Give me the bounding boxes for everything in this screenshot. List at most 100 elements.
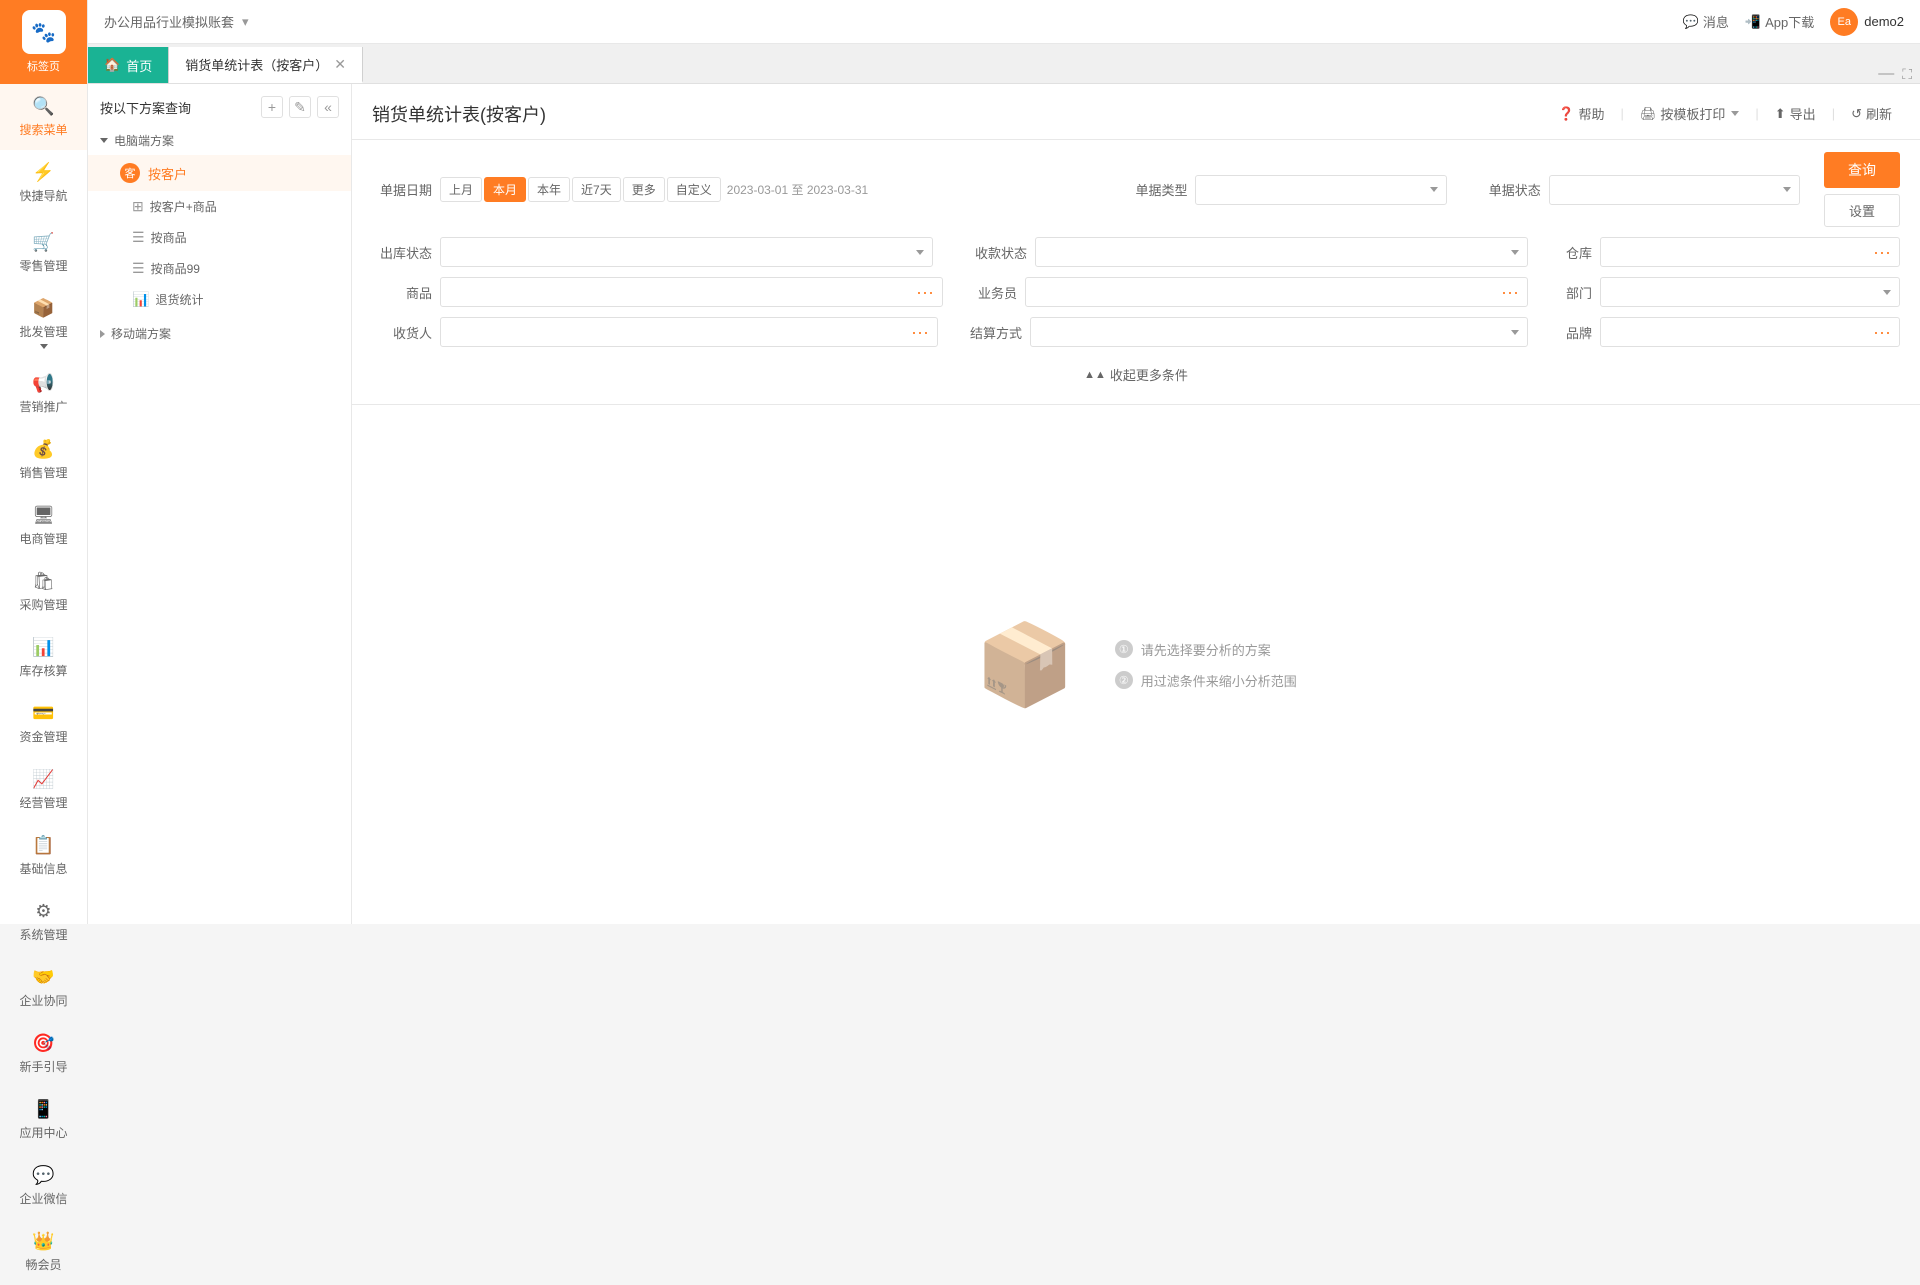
main-area: 办公用品行业模拟账套 ▾ 💬 消息 📲 App下载 Ea demo2 🏠 首页 <box>88 0 1920 924</box>
sidebar-item-basic[interactable]: 📋 基础信息 <box>0 823 87 889</box>
purchase-icon: 🛍 <box>32 571 55 592</box>
topbar-dropdown-icon[interactable]: ▾ <box>242 14 249 30</box>
template-print-button[interactable]: 🖨 按模板打印 <box>1632 100 1748 127</box>
lightning-icon: ⚡ <box>32 162 54 183</box>
department-select[interactable] <box>1600 277 1900 307</box>
tab-sales-stat[interactable]: 销货单统计表（按客户） ✕ <box>169 47 363 83</box>
pay-status-select[interactable] <box>1035 237 1528 267</box>
table2-icon: ☰ <box>132 260 145 277</box>
member-icon: 👑 <box>32 1231 54 1252</box>
filter-row-status: 出库状态 收款状态 仓库 ··· <box>372 237 1900 267</box>
refresh-button[interactable]: ↺ 刷新 <box>1843 100 1900 127</box>
app-download-button[interactable]: 📲 App下载 <box>1745 12 1814 31</box>
date-more[interactable]: 更多 <box>623 177 665 202</box>
salesperson-dots[interactable]: ··· <box>1501 282 1519 303</box>
scheme-add-button[interactable]: + <box>261 96 283 118</box>
sidebar-item-wechat[interactable]: 💬 企业微信 <box>0 1153 87 1219</box>
goods-select[interactable]: ··· <box>440 277 943 307</box>
help-button[interactable]: ❓ 帮助 <box>1550 100 1612 127</box>
sidebar-item-label: 快捷导航 <box>19 187 67 204</box>
collapse-button[interactable]: ▲▲ 收起更多条件 <box>372 357 1900 392</box>
minimize-icon[interactable]: — <box>1878 65 1894 83</box>
tab-close-icon[interactable]: ✕ <box>334 56 346 73</box>
date-custom[interactable]: 自定义 <box>667 177 721 202</box>
sidebar-item-inventory[interactable]: 📊 库存核算 <box>0 625 87 691</box>
date-last-month[interactable]: 上月 <box>440 177 482 202</box>
scheme-edit-button[interactable]: ✎ <box>289 96 311 118</box>
message-button[interactable]: 💬 消息 <box>1683 12 1729 31</box>
warehouse-dots[interactable]: ··· <box>1873 242 1891 263</box>
out-status-label: 出库状态 <box>372 243 432 262</box>
date-this-year[interactable]: 本年 <box>528 177 570 202</box>
query-button[interactable]: 查询 <box>1824 152 1900 188</box>
sidebar-item-sales[interactable]: 💰 销售管理 <box>0 427 87 493</box>
doc-status-select[interactable] <box>1549 175 1800 205</box>
sidebar-item-label: 销售管理 <box>19 464 67 481</box>
scheme-group-header-desktop[interactable]: 电脑端方案 <box>88 126 351 155</box>
settlement-select[interactable] <box>1030 317 1528 347</box>
sidebar-item-search[interactable]: 🔍 搜索菜单 <box>0 84 87 150</box>
scheme-group-header-mobile[interactable]: 移动端方案 <box>88 319 351 348</box>
tab-home[interactable]: 🏠 首页 <box>88 47 169 83</box>
salesperson-select[interactable]: ··· <box>1025 277 1528 307</box>
sidebar-item-finance[interactable]: 💳 资金管理 <box>0 691 87 757</box>
brand-dots[interactable]: ··· <box>1873 322 1891 343</box>
scheme-item-by-goods[interactable]: ☰ 按商品 <box>88 222 351 253</box>
sidebar-item-purchase[interactable]: 🛍 采购管理 <box>0 559 87 625</box>
scheme-item-by-goods99[interactable]: ☰ 按商品99 <box>88 253 351 284</box>
receiver-dots[interactable]: ··· <box>911 322 929 343</box>
page-actions: ❓ 帮助 | 🖨 按模板打印 | ⬆ 导出 <box>1550 100 1900 127</box>
scheme-collapse-button[interactable]: « <box>317 96 339 118</box>
date-label: 单据日期 <box>372 180 432 199</box>
topbar-right: 💬 消息 📲 App下载 Ea demo2 <box>1683 8 1904 36</box>
topbar: 办公用品行业模拟账套 ▾ 💬 消息 📲 App下载 Ea demo2 <box>88 0 1920 44</box>
wholesale-icon: 📦 <box>32 298 54 319</box>
export-icon: ⬆ <box>1775 106 1786 122</box>
goods-dots[interactable]: ··· <box>916 282 934 303</box>
doc-type-select[interactable] <box>1195 175 1446 205</box>
user-area[interactable]: Ea demo2 <box>1830 8 1904 36</box>
out-status-select[interactable] <box>440 237 933 267</box>
sidebar-item-label: 基础信息 <box>19 860 67 877</box>
sidebar-item-guide[interactable]: 🎯 新手引导 <box>0 1021 87 1087</box>
sidebar-item-system[interactable]: ⚙ 系统管理 <box>0 889 87 955</box>
settlement-label: 结算方式 <box>962 323 1022 342</box>
logo-area[interactable]: 🐾 标签页 <box>0 0 87 84</box>
wechat-icon: 💬 <box>32 1165 54 1186</box>
sidebar-item-label: 系统管理 <box>19 926 67 943</box>
sidebar-item-quick-nav[interactable]: ⚡ 快捷导航 <box>0 150 87 216</box>
warehouse-select[interactable]: ··· <box>1600 237 1900 267</box>
sidebar-item-retail[interactable]: 🛒 零售管理 <box>0 220 87 286</box>
sidebar-item-label: 资金管理 <box>19 728 67 745</box>
separator3: | <box>1832 106 1835 121</box>
sidebar-item-apps[interactable]: 📱 应用中心 <box>0 1087 87 1153</box>
empty-state: 📦 ① 请先选择要分析的方案 ② 用过滤条件来缩小分析范围 <box>975 618 1297 712</box>
settings-button[interactable]: 设置 <box>1824 194 1900 227</box>
tab-controls: — ⛶ <box>1878 65 1920 83</box>
filter-area: 单据日期 上月 本月 本年 近7天 更多 自定义 2023-03-01 至 20… <box>352 140 1920 405</box>
scheme-item-return-stat[interactable]: 📊 退货统计 <box>88 284 351 315</box>
search-icon: 🔍 <box>32 96 54 117</box>
sidebar-item-wholesale[interactable]: 📦 批发管理 <box>0 286 87 361</box>
scheme-item-by-customer[interactable]: 客 按客户 <box>88 155 351 191</box>
scheme-item-by-customer-goods[interactable]: ⊞ 按客户+商品 <box>88 191 351 222</box>
sidebar-item-operation[interactable]: 📈 经营管理 <box>0 757 87 823</box>
sidebar-item-member[interactable]: 👑 畅会员 <box>0 1219 87 1285</box>
doc-type-dropdown-icon <box>1430 187 1438 192</box>
date-last-7days[interactable]: 近7天 <box>572 177 621 202</box>
receiver-select[interactable]: ··· <box>440 317 938 347</box>
content-area: 按以下方案查询 + ✎ « 电脑端方案 客 按客户 ⊞ <box>88 84 1920 924</box>
maximize-icon[interactable]: ⛶ <box>1902 66 1912 83</box>
chevron-down-icon <box>40 344 48 349</box>
topbar-title: 办公用品行业模拟账套 <box>104 12 234 31</box>
sidebar-item-label: 经营管理 <box>19 794 67 811</box>
apps-icon: 📱 <box>32 1099 54 1120</box>
date-this-month[interactable]: 本月 <box>484 177 526 202</box>
sidebar-item-ecommerce[interactable]: 🖥 电商管理 <box>0 493 87 559</box>
filter-row-goods: 商品 ··· 业务员 ··· 部门 <box>372 277 1900 307</box>
sidebar-item-marketing[interactable]: 📢 营销推广 <box>0 361 87 427</box>
grid-icon: ⊞ <box>132 198 144 215</box>
export-button[interactable]: ⬆ 导出 <box>1767 100 1824 127</box>
sidebar-item-enterprise[interactable]: 🤝 企业协同 <box>0 955 87 1021</box>
brand-select[interactable]: ··· <box>1600 317 1900 347</box>
